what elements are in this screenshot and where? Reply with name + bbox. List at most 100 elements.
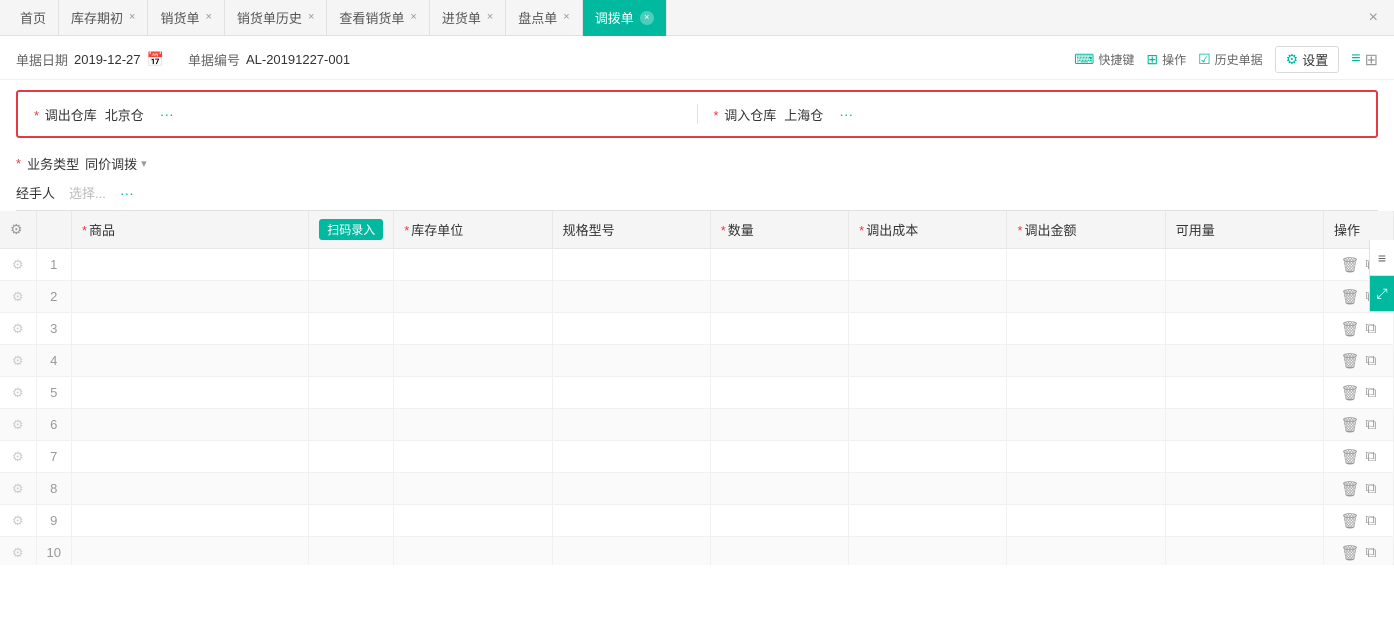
handler-more-button[interactable]: ··· bbox=[120, 185, 134, 201]
row-qty[interactable] bbox=[710, 441, 848, 473]
row-qty[interactable] bbox=[710, 377, 848, 409]
shortcut-button[interactable]: ⌨ 快捷键 bbox=[1074, 51, 1134, 68]
row-delete-icon[interactable]: 🗑 bbox=[1341, 448, 1360, 466]
row-cost[interactable] bbox=[849, 473, 1007, 505]
row-product[interactable] bbox=[71, 537, 308, 566]
tab-inventory-init[interactable]: 库存期初 × bbox=[59, 0, 148, 36]
row-amount[interactable] bbox=[1007, 345, 1165, 377]
row-amount[interactable] bbox=[1007, 441, 1165, 473]
row-delete-icon[interactable]: 🗑 bbox=[1341, 416, 1360, 434]
list-view-icon[interactable]: ≡ bbox=[1351, 50, 1360, 70]
tab-view-sales-close[interactable]: × bbox=[410, 12, 416, 23]
row-delete-icon[interactable]: 🗑 bbox=[1341, 288, 1360, 306]
row-cost[interactable] bbox=[849, 537, 1007, 566]
row-gear-icon[interactable]: ⚙ bbox=[12, 289, 24, 304]
row-product[interactable] bbox=[71, 377, 308, 409]
row-copy-icon[interactable]: ⧉ bbox=[1366, 320, 1377, 337]
row-cost[interactable] bbox=[849, 281, 1007, 313]
row-product[interactable] bbox=[71, 249, 308, 281]
row-copy-icon[interactable]: ⧉ bbox=[1366, 384, 1377, 401]
row-qty[interactable] bbox=[710, 345, 848, 377]
row-qty[interactable] bbox=[710, 313, 848, 345]
row-gear-icon[interactable]: ⚙ bbox=[12, 417, 24, 432]
row-product[interactable] bbox=[71, 409, 308, 441]
tab-purchase-order[interactable]: 进货单 × bbox=[430, 0, 506, 36]
row-copy-icon[interactable]: ⧉ bbox=[1366, 544, 1377, 561]
row-unit[interactable] bbox=[394, 409, 552, 441]
tab-stocktake[interactable]: 盘点单 × bbox=[506, 0, 582, 36]
sidebar-expand-icon[interactable]: ⤢ bbox=[1370, 276, 1394, 312]
row-gear-icon[interactable]: ⚙ bbox=[12, 513, 24, 528]
row-product[interactable] bbox=[71, 505, 308, 537]
row-cost[interactable] bbox=[849, 313, 1007, 345]
row-gear-icon[interactable]: ⚙ bbox=[12, 353, 24, 368]
row-delete-icon[interactable]: 🗑 bbox=[1341, 352, 1360, 370]
warehouse-out-more-button[interactable]: ··· bbox=[160, 106, 174, 122]
row-amount[interactable] bbox=[1007, 281, 1165, 313]
row-spec[interactable] bbox=[552, 281, 710, 313]
row-product[interactable] bbox=[71, 281, 308, 313]
row-cost[interactable] bbox=[849, 377, 1007, 409]
row-unit[interactable] bbox=[394, 377, 552, 409]
tab-purchase-order-close[interactable]: × bbox=[487, 12, 493, 23]
row-cost[interactable] bbox=[849, 249, 1007, 281]
grid-view-icon[interactable]: ⊞ bbox=[1365, 50, 1378, 70]
row-unit[interactable] bbox=[394, 281, 552, 313]
row-gear-icon[interactable]: ⚙ bbox=[12, 257, 24, 272]
tab-home[interactable]: 首页 bbox=[8, 0, 59, 36]
row-product[interactable] bbox=[71, 345, 308, 377]
row-qty[interactable] bbox=[710, 409, 848, 441]
row-unit[interactable] bbox=[394, 505, 552, 537]
row-gear-icon[interactable]: ⚙ bbox=[12, 481, 24, 496]
scan-button[interactable]: 扫码录入 bbox=[319, 219, 383, 240]
row-amount[interactable] bbox=[1007, 473, 1165, 505]
row-product[interactable] bbox=[71, 441, 308, 473]
row-amount[interactable] bbox=[1007, 505, 1165, 537]
calendar-icon[interactable]: 📅 bbox=[147, 51, 164, 68]
row-amount[interactable] bbox=[1007, 249, 1165, 281]
row-gear-icon[interactable]: ⚙ bbox=[12, 321, 24, 336]
row-qty[interactable] bbox=[710, 505, 848, 537]
row-unit[interactable] bbox=[394, 345, 552, 377]
row-cost[interactable] bbox=[849, 505, 1007, 537]
tab-sales-order[interactable]: 销货单 × bbox=[148, 0, 224, 36]
row-spec[interactable] bbox=[552, 345, 710, 377]
tab-sales-history-close[interactable]: × bbox=[308, 12, 314, 23]
row-spec[interactable] bbox=[552, 537, 710, 566]
row-qty[interactable] bbox=[710, 249, 848, 281]
row-copy-icon[interactable]: ⧉ bbox=[1366, 416, 1377, 433]
row-gear-icon[interactable]: ⚙ bbox=[12, 385, 24, 400]
row-qty[interactable] bbox=[710, 473, 848, 505]
sidebar-list-icon[interactable]: ≡ bbox=[1370, 240, 1394, 276]
row-amount[interactable] bbox=[1007, 313, 1165, 345]
window-close-button[interactable]: × bbox=[1361, 9, 1386, 27]
row-spec[interactable] bbox=[552, 505, 710, 537]
row-cost[interactable] bbox=[849, 441, 1007, 473]
row-product[interactable] bbox=[71, 473, 308, 505]
tab-sales-history[interactable]: 销货单历史 × bbox=[225, 0, 327, 36]
row-delete-icon[interactable]: 🗑 bbox=[1341, 512, 1360, 530]
row-copy-icon[interactable]: ⧉ bbox=[1366, 352, 1377, 369]
tab-sales-order-close[interactable]: × bbox=[205, 12, 211, 23]
row-spec[interactable] bbox=[552, 473, 710, 505]
history-button[interactable]: ☑ 历史单据 bbox=[1198, 51, 1263, 68]
row-delete-icon[interactable]: 🗑 bbox=[1341, 480, 1360, 498]
row-spec[interactable] bbox=[552, 409, 710, 441]
tab-transfer[interactable]: 调拨单 × bbox=[583, 0, 667, 36]
row-spec[interactable] bbox=[552, 313, 710, 345]
row-unit[interactable] bbox=[394, 313, 552, 345]
row-copy-icon[interactable]: ⧉ bbox=[1366, 512, 1377, 529]
row-spec[interactable] bbox=[552, 249, 710, 281]
row-spec[interactable] bbox=[552, 441, 710, 473]
row-copy-icon[interactable]: ⧉ bbox=[1366, 480, 1377, 497]
row-cost[interactable] bbox=[849, 409, 1007, 441]
row-delete-icon[interactable]: 🗑 bbox=[1341, 544, 1360, 562]
setting-button[interactable]: ⚙ 设置 bbox=[1275, 46, 1340, 73]
row-gear-icon[interactable]: ⚙ bbox=[12, 545, 24, 560]
business-select[interactable]: 同价调拨 ▾ bbox=[85, 154, 205, 173]
tab-stocktake-close[interactable]: × bbox=[563, 12, 569, 23]
row-copy-icon[interactable]: ⧉ bbox=[1366, 448, 1377, 465]
row-gear-icon[interactable]: ⚙ bbox=[12, 449, 24, 464]
table-scroll[interactable]: ⚙ 商品 扫码录入 库存单位 规格型号 数量 调出成本 调出金额 可用量 操作 bbox=[0, 211, 1394, 565]
row-qty[interactable] bbox=[710, 537, 848, 566]
